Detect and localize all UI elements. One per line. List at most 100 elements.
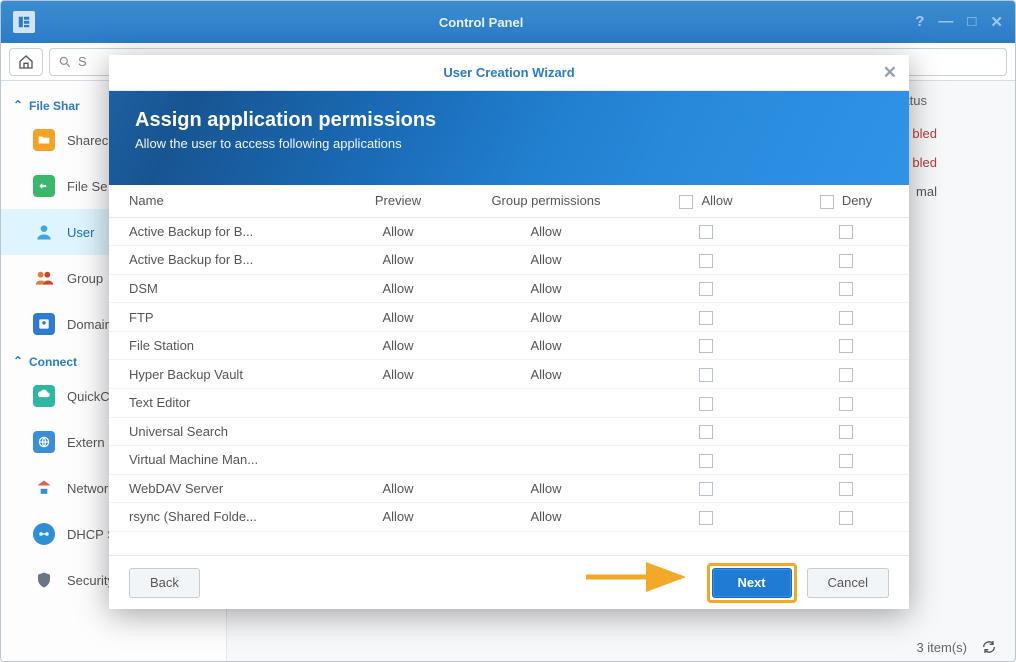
shared-folder-icon (33, 129, 55, 151)
sidebar-item-label: QuickC (67, 389, 110, 404)
cell-group: Allow (453, 360, 629, 389)
cell-group: Allow (453, 474, 629, 503)
sidebar-item-label: Group (67, 271, 103, 286)
sidebar-item-label: File Se (67, 179, 107, 194)
deny-checkbox[interactable] (839, 454, 853, 468)
deny-checkbox[interactable] (839, 311, 853, 325)
table-row: Hyper Backup VaultAllowAllow (109, 360, 909, 389)
cell-name: WebDAV Server (109, 474, 333, 503)
group-icon (33, 267, 55, 289)
cell-name: DSM (109, 274, 333, 303)
table-row: rsync (Shared Folde...AllowAllow (109, 503, 909, 532)
allow-checkbox[interactable] (699, 282, 713, 296)
deny-checkbox[interactable] (839, 511, 853, 525)
table-row: Text Editor (109, 388, 909, 417)
allow-checkbox[interactable] (699, 311, 713, 325)
deny-checkbox[interactable] (839, 368, 853, 382)
allow-checkbox[interactable] (699, 254, 713, 268)
domain-icon (33, 313, 55, 335)
deny-checkbox[interactable] (839, 225, 853, 239)
next-button-highlight: Next (707, 563, 797, 603)
modal-heading: Assign application permissions (135, 109, 883, 132)
allow-all-checkbox[interactable] (679, 195, 693, 209)
allow-checkbox[interactable] (699, 397, 713, 411)
cell-name: File Station (109, 331, 333, 360)
cell-name: Virtual Machine Man... (109, 446, 333, 475)
cell-preview: Allow (333, 474, 453, 503)
maximize-button[interactable]: □ (967, 13, 976, 31)
deny-all-checkbox[interactable] (820, 195, 834, 209)
allow-checkbox[interactable] (699, 482, 713, 496)
table-row: Universal Search (109, 417, 909, 446)
cell-name: Text Editor (109, 388, 333, 417)
sidebar-item-label: Sharec (67, 133, 108, 148)
cell-name: FTP (109, 303, 333, 332)
refresh-icon[interactable] (981, 639, 997, 655)
deny-checkbox[interactable] (839, 282, 853, 296)
cancel-button[interactable]: Cancel (807, 568, 889, 598)
modal-titlebar: User Creation Wizard ✕ (109, 55, 909, 91)
permissions-table: Name Preview Group permissions Allow Den… (109, 185, 909, 532)
modal-close-button[interactable]: ✕ (883, 63, 897, 83)
col-preview: Preview (333, 185, 453, 217)
cell-group (453, 446, 629, 475)
cell-preview: Allow (333, 360, 453, 389)
home-button[interactable] (9, 48, 43, 76)
cell-group: Allow (453, 503, 629, 532)
help-button[interactable]: ? (915, 13, 924, 31)
cell-preview: Allow (333, 331, 453, 360)
cell-group: Allow (453, 331, 629, 360)
allow-checkbox[interactable] (699, 339, 713, 353)
sidebar-item-label: User (67, 225, 94, 240)
minimize-button[interactable]: — (938, 13, 953, 31)
quickconnect-icon (33, 385, 55, 407)
cell-preview: Allow (333, 303, 453, 332)
deny-checkbox[interactable] (839, 254, 853, 268)
allow-checkbox[interactable] (699, 225, 713, 239)
cell-preview (333, 388, 453, 417)
modal-title: User Creation Wizard (443, 65, 574, 80)
cell-preview: Allow (333, 274, 453, 303)
table-row: Virtual Machine Man... (109, 446, 909, 475)
deny-checkbox[interactable] (839, 339, 853, 353)
deny-checkbox[interactable] (839, 482, 853, 496)
allow-checkbox[interactable] (699, 425, 713, 439)
file-services-icon (33, 175, 55, 197)
cell-name: Universal Search (109, 417, 333, 446)
deny-checkbox[interactable] (839, 397, 853, 411)
modal-footer: Back Next Cancel (109, 555, 909, 609)
allow-checkbox[interactable] (699, 511, 713, 525)
deny-checkbox[interactable] (839, 425, 853, 439)
col-deny: Deny (773, 185, 909, 217)
allow-checkbox[interactable] (699, 454, 713, 468)
network-icon (33, 477, 55, 499)
col-name: Name (109, 185, 333, 217)
item-count: 3 item(s) (916, 640, 967, 655)
cell-group (453, 417, 629, 446)
table-row: Active Backup for B...AllowAllow (109, 217, 909, 246)
cell-name: rsync (Shared Folde... (109, 503, 333, 532)
cell-group: Allow (453, 217, 629, 246)
cell-group (453, 388, 629, 417)
cell-preview: Allow (333, 217, 453, 246)
cell-group: Allow (453, 246, 629, 275)
search-icon (58, 55, 72, 69)
cell-preview (333, 417, 453, 446)
allow-checkbox[interactable] (699, 368, 713, 382)
cell-preview: Allow (333, 503, 453, 532)
next-button[interactable]: Next (712, 568, 792, 598)
cell-name: Hyper Backup Vault (109, 360, 333, 389)
modal-header: Assign application permissions Allow the… (109, 91, 909, 185)
titlebar: Control Panel ? — □ ✕ (1, 1, 1015, 43)
sidebar-item-label: Security (67, 573, 114, 588)
table-row: FTPAllowAllow (109, 303, 909, 332)
cell-group: Allow (453, 303, 629, 332)
back-button[interactable]: Back (129, 568, 200, 598)
sidebar-item-label: Networ (67, 481, 108, 496)
close-window-button[interactable]: ✕ (990, 13, 1003, 31)
table-row: Active Backup for B...AllowAllow (109, 246, 909, 275)
app-icon (13, 11, 35, 33)
dhcp-icon (33, 523, 55, 545)
globe-icon (33, 431, 55, 453)
window-title: Control Panel (47, 15, 915, 30)
